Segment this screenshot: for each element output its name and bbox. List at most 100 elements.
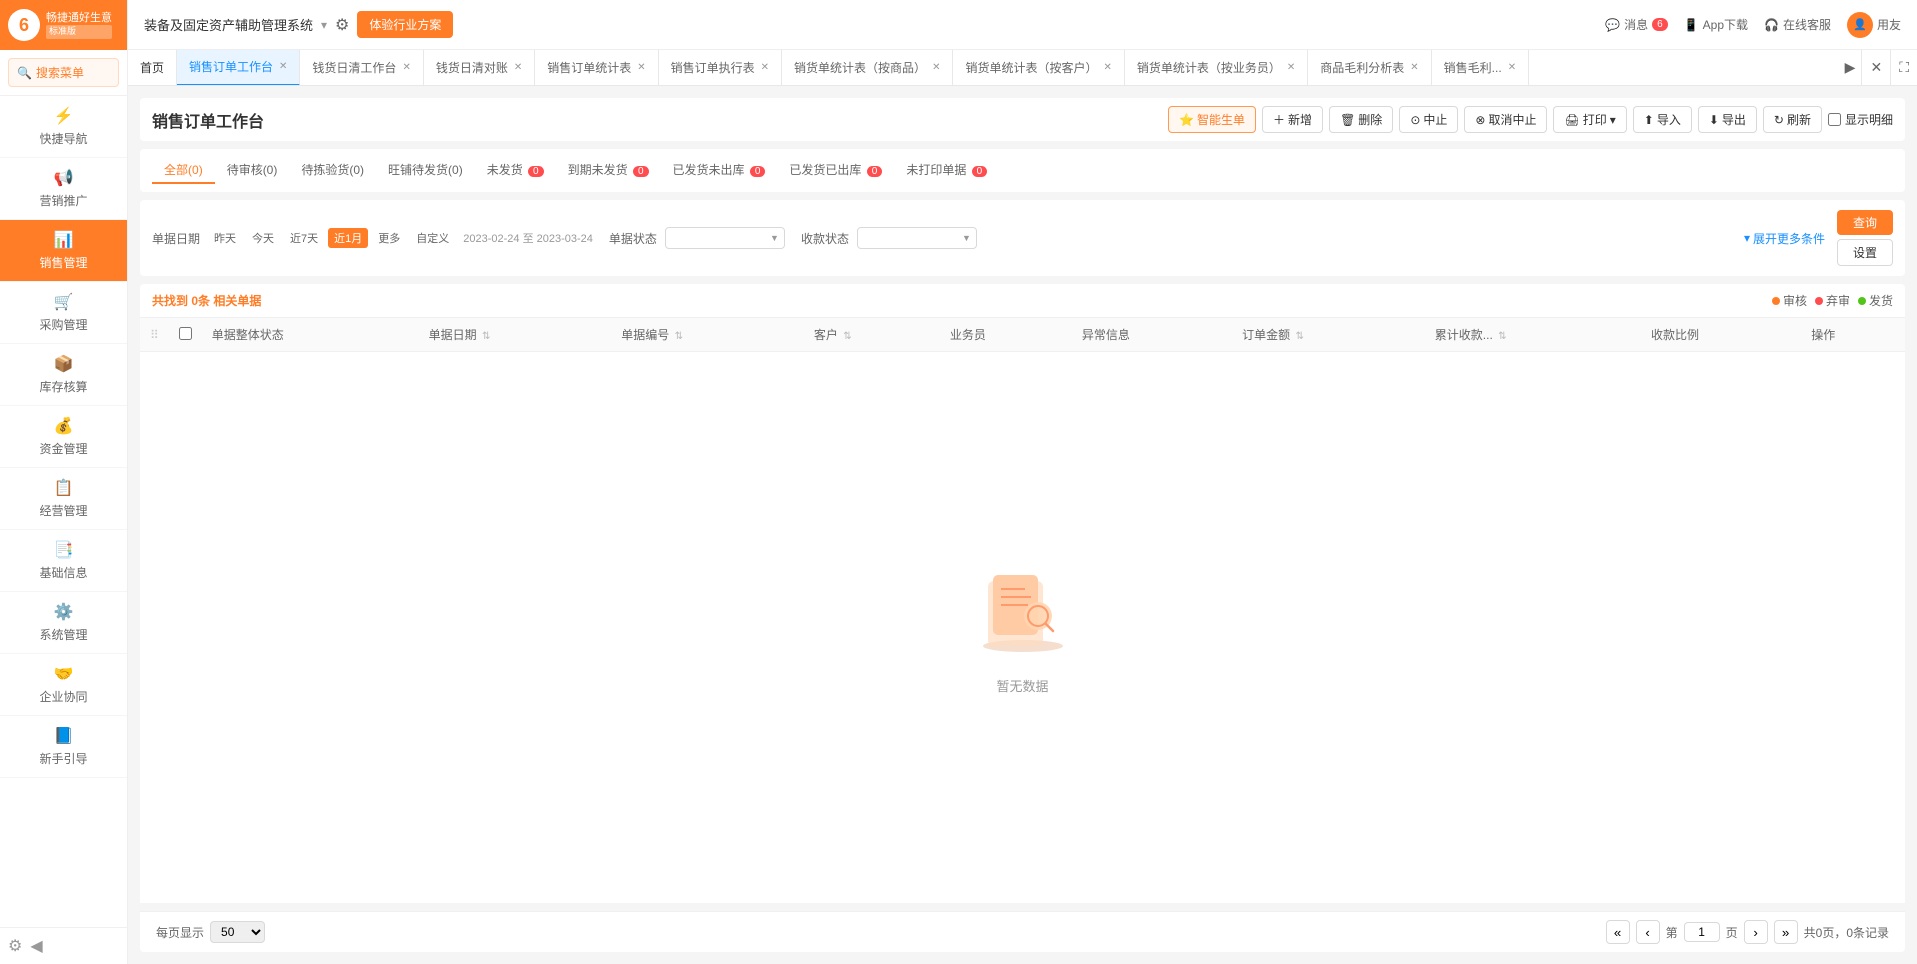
filter-tab-shipped-out[interactable]: 已发货已出库 0 [777,157,894,184]
system-dropdown-icon[interactable]: ▾ [321,18,327,32]
tab-sales-order[interactable]: 销售订单工作台 ✕ [177,50,300,86]
ship-dot [1858,297,1866,305]
tab-close-sales-more[interactable]: ✕ [1508,62,1516,73]
sidebar-nav-item-marketing[interactable]: 📢 营销推广 [0,158,127,220]
date-custom[interactable]: 自定义 [410,228,455,248]
filter-tab-pending-inspect[interactable]: 待拣验货(0) [289,157,376,184]
tab-home[interactable]: 首页 [128,50,177,86]
sidebar-nav-item-purchase[interactable]: 🛒 采购管理 [0,282,127,344]
cancel-review-dot [1815,297,1823,305]
tab-close-sales-stat-customer[interactable]: ✕ [1103,62,1111,73]
search-menu-button[interactable]: 🔍 搜索菜单 [8,58,119,87]
logo-text: 畅捷通好生意 标准版 [46,11,112,39]
trial-button[interactable]: 体验行业方案 [357,11,453,38]
setting-button[interactable]: 设置 [1837,239,1893,266]
online-service-item[interactable]: 🎧 在线客服 [1764,16,1831,33]
tab-sales-more[interactable]: 销售毛利... ✕ [1432,50,1529,86]
expand-more-button[interactable]: ▾ 展开更多条件 [1744,230,1825,247]
tab-sales-stat-product[interactable]: 销货单统计表（按商品） ✕ [782,50,953,86]
sidebar-nav-item-sales[interactable]: 📊 销售管理 [0,220,127,282]
add-button[interactable]: ＋ 新增 [1262,106,1323,133]
smart-create-button[interactable]: ⭐ 智能生单 [1168,106,1256,133]
app-download-label: App下载 [1703,16,1748,33]
sidebar-nav-item-enterprise[interactable]: 🤝 企业协同 [0,654,127,716]
review-action-btn[interactable]: 审核 [1772,292,1807,309]
sidebar-nav-item-guide[interactable]: 📘 新手引导 [0,716,127,778]
payment-label: 收款状态 [801,230,849,247]
tab-close-sales-stat-staff[interactable]: ✕ [1287,62,1295,73]
page-size-select[interactable]: 50 100 200 [210,921,265,943]
status-select[interactable] [665,227,785,249]
tab-sales-stat-staff[interactable]: 销货单统计表（按业务员） ✕ [1125,50,1308,86]
cancel-pause-button[interactable]: ⊗ 取消中止 [1464,106,1547,133]
tab-close-sales-exec[interactable]: ✕ [761,62,769,73]
filter-tab-all[interactable]: 全部(0) [152,157,215,184]
filter-tab-shipped-not-out[interactable]: 已发货未出库 0 [661,157,778,184]
first-page-button[interactable]: « [1606,920,1630,944]
sidebar-nav-item-finance[interactable]: 💰 资金管理 [0,406,127,468]
tab-close-cash-reconcile[interactable]: ✕ [514,62,522,73]
app-download-item[interactable]: 📱 App下载 [1684,16,1748,33]
tab-sales-exec[interactable]: 销售订单执行表 ✕ [659,50,782,86]
date-7days[interactable]: 近7天 [284,228,324,248]
date-more[interactable]: 更多 [372,228,406,248]
payment-select[interactable] [857,227,977,249]
date-yesterday[interactable]: 昨天 [208,228,242,248]
tab-expand-icon[interactable]: ⛶ [1890,50,1917,86]
tab-close-sales-stat-product[interactable]: ✕ [932,62,940,73]
horizontal-scrollbar[interactable] [140,903,1905,911]
sidebar-nav-item-system[interactable]: ⚙️ 系统管理 [0,592,127,654]
sidebar-nav-item-quick[interactable]: ⚡ 快捷导航 [0,96,127,158]
number-sort-icon[interactable]: ⇅ [675,331,683,342]
filter-tab-overdue-ship[interactable]: 到期未发货 0 [556,157,661,184]
filter-tab-pending[interactable]: 待审核(0) [215,157,290,184]
cancel-review-action-btn[interactable]: 弃审 [1815,292,1850,309]
date-sort-icon[interactable]: ⇅ [482,331,490,342]
query-button[interactable]: 查询 [1837,210,1893,235]
prev-page-button[interactable]: ‹ [1636,920,1660,944]
print-button[interactable]: 🖨 打印 ▾ [1553,106,1626,133]
filter-tabs: 全部(0) 待审核(0) 待拣验货(0) 旺铺待发货(0) 未发货 0 到期未发… [140,149,1905,192]
tab-close-sales-order[interactable]: ✕ [279,61,287,72]
next-page-button[interactable]: › [1744,920,1768,944]
tab-sales-stat-customer[interactable]: 销货单统计表（按客户） ✕ [953,50,1124,86]
tab-profit-analysis[interactable]: 商品毛利分析表 ✕ [1308,50,1431,86]
filter-tab-not-shipped[interactable]: 未发货 0 [475,157,556,184]
tab-cash-daily[interactable]: 钱货日清工作台 ✕ [300,50,423,86]
content-area: 销售订单工作台 ⭐ 智能生单 ＋ 新增 🗑 删除 ⊙ 中止 [128,86,1917,964]
sidebar-nav-item-basic[interactable]: 📑 基础信息 [0,530,127,592]
collapse-icon[interactable]: ◀ [30,936,42,956]
select-all-checkbox[interactable] [179,327,192,340]
tab-cash-reconcile[interactable]: 钱货日清对账 ✕ [424,50,535,86]
page-number-input[interactable] [1684,922,1720,942]
import-button[interactable]: ⬆ 导入 [1633,106,1692,133]
tab-close-sales-stat[interactable]: ✕ [637,62,645,73]
received-sort-icon[interactable]: ⇅ [1498,331,1506,342]
date-1month[interactable]: 近1月 [328,228,368,248]
pause-button[interactable]: ⊙ 中止 [1399,106,1458,133]
show-detail-checkbox[interactable] [1828,113,1841,126]
date-today[interactable]: 今天 [246,228,280,248]
refresh-button[interactable]: ↻ 刷新 [1763,106,1822,133]
show-detail-label[interactable]: 显示明细 [1828,111,1893,128]
settings-bottom-icon[interactable]: ⚙ [8,936,22,956]
amount-sort-icon[interactable]: ⇅ [1296,331,1304,342]
tab-sales-stat[interactable]: 销售订单统计表 ✕ [535,50,658,86]
sidebar-nav-item-inventory[interactable]: 📦 库存核算 [0,344,127,406]
sidebar-nav-item-operations[interactable]: 📋 经营管理 [0,468,127,530]
quick-nav-icon: ⚡ [54,106,74,126]
tab-nav-forward-icon[interactable]: ▶ [1839,59,1862,76]
header-settings-icon[interactable]: ⚙ [335,15,349,35]
last-page-button[interactable]: » [1774,920,1798,944]
message-item[interactable]: 💬 消息 6 [1605,16,1668,33]
filter-tab-wangpu-ship[interactable]: 旺铺待发货(0) [376,157,475,184]
customer-sort-icon[interactable]: ⇅ [843,331,851,342]
tab-close-profit-analysis[interactable]: ✕ [1410,62,1418,73]
export-button[interactable]: ⬇ 导出 [1698,106,1757,133]
tab-close-all-icon[interactable]: ✕ [1861,50,1890,86]
filter-tab-not-printed[interactable]: 未打印单据 0 [894,157,999,184]
user-item[interactable]: 👤 用友 [1847,12,1901,38]
delete-button[interactable]: 🗑 删除 [1329,106,1393,133]
tab-close-cash-daily[interactable]: ✕ [402,62,410,73]
ship-action-btn[interactable]: 发货 [1858,292,1893,309]
